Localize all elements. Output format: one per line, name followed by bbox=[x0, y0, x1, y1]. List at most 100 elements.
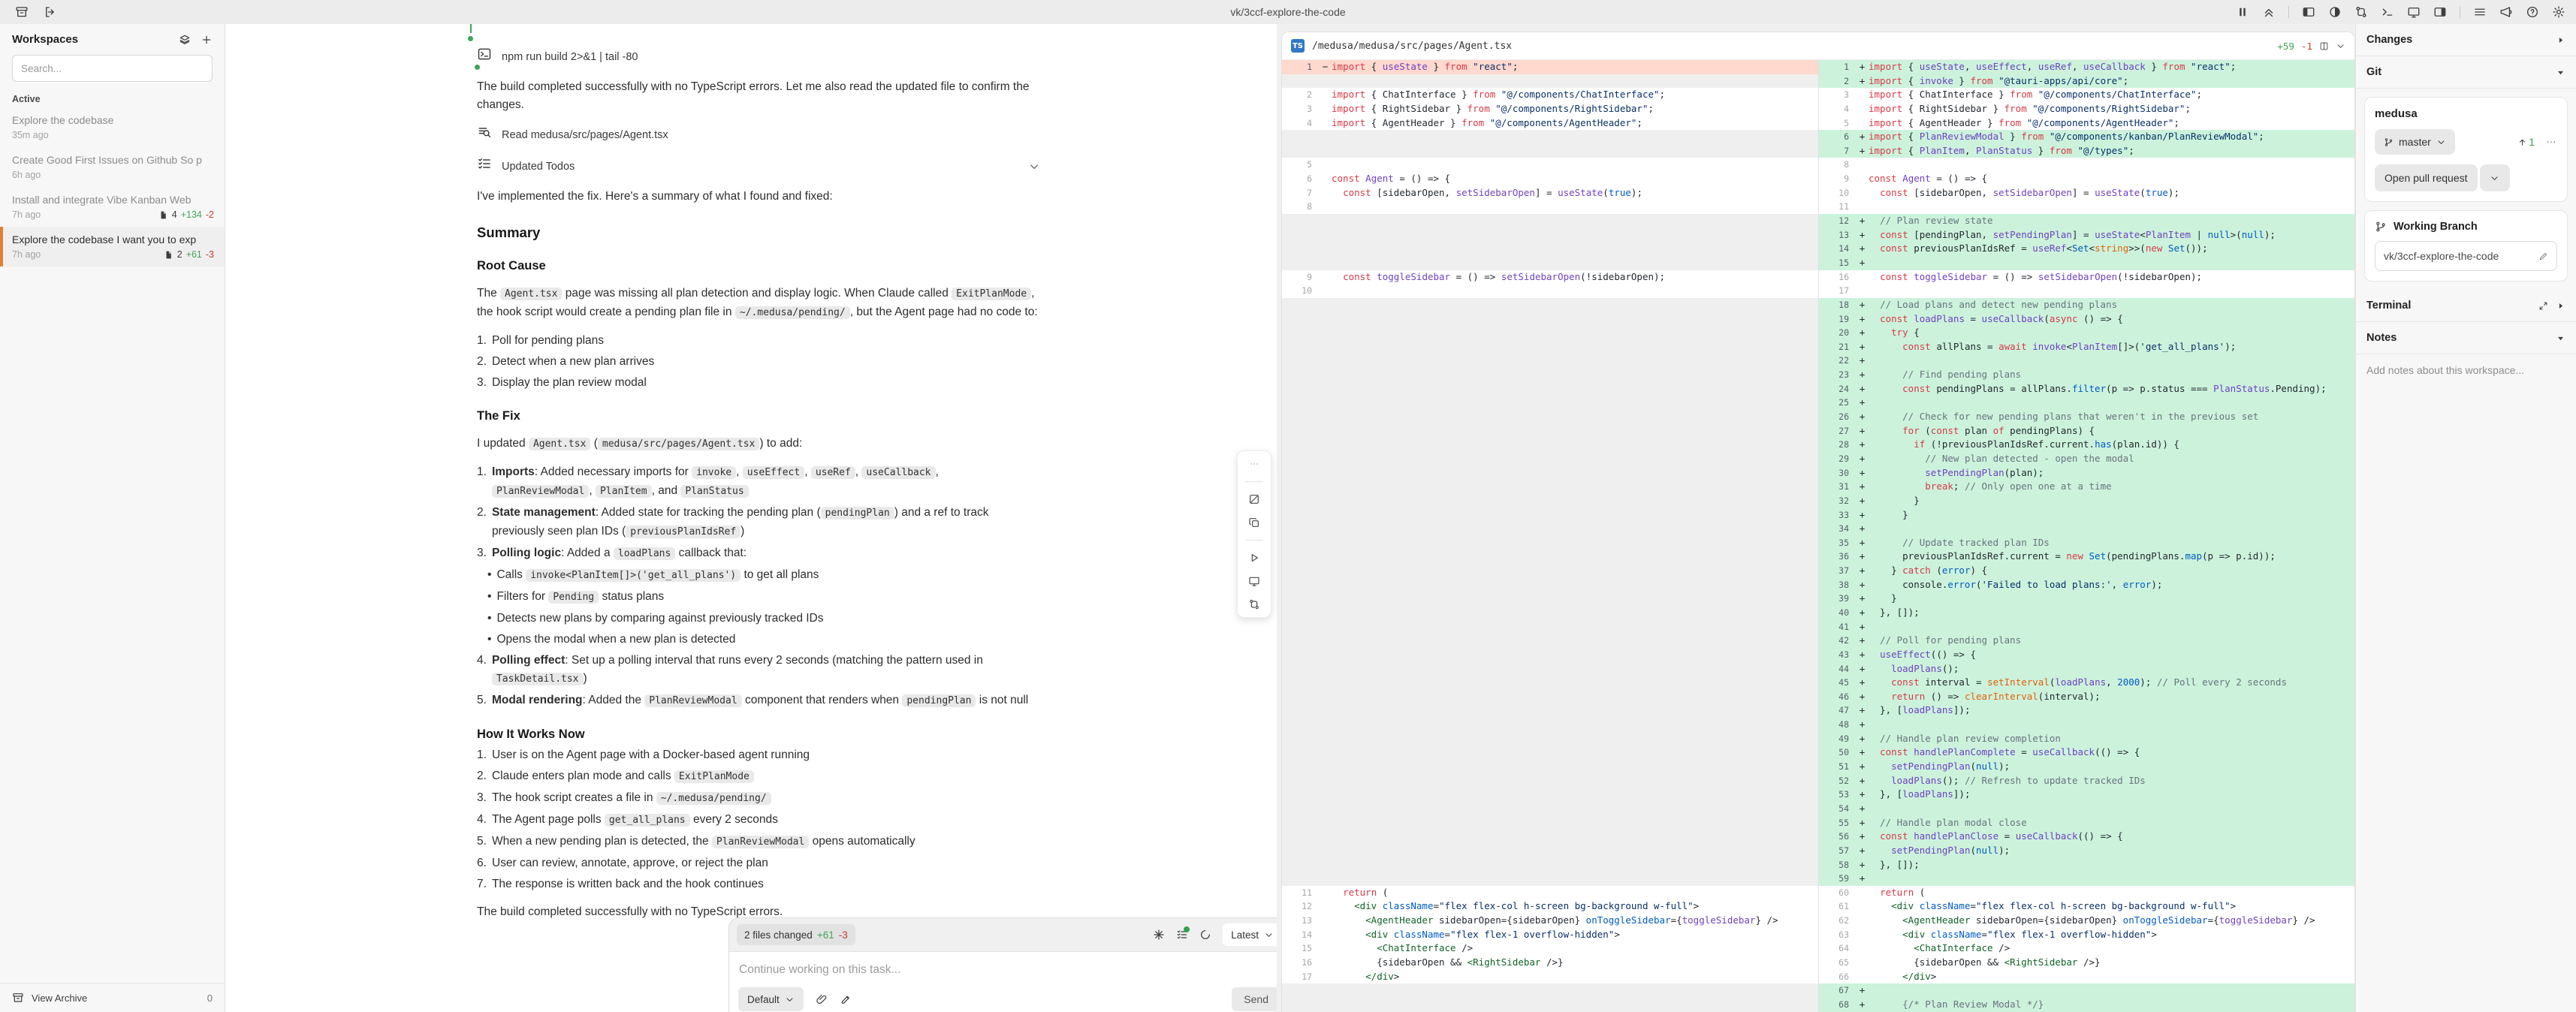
menu-icon[interactable] bbox=[2473, 5, 2487, 19]
expand-icon[interactable] bbox=[2538, 301, 2548, 311]
open-pull-request-button[interactable]: Open pull request bbox=[2375, 164, 2478, 191]
diff-pane-modified[interactable]: 1+import { useState, useEffect, useRef, … bbox=[1818, 60, 2354, 1012]
line-number: 37 bbox=[1819, 564, 1856, 578]
play-icon[interactable] bbox=[1248, 552, 1260, 564]
diff-row: 40+ }, []); bbox=[1819, 606, 2354, 620]
text: opens automatically bbox=[809, 835, 915, 848]
send-button[interactable]: Send bbox=[1232, 987, 1280, 1011]
monitor-icon[interactable] bbox=[2407, 5, 2421, 19]
diff-off-icon[interactable] bbox=[1248, 493, 1260, 505]
pause-icon[interactable] bbox=[2236, 5, 2249, 19]
chevrons-up-icon[interactable] bbox=[2262, 5, 2276, 19]
text: : Added necessary imports for bbox=[535, 465, 692, 478]
add-workspace-icon[interactable] bbox=[201, 34, 213, 46]
line-number: 65 bbox=[1819, 956, 1856, 970]
code-line: <AgentHeader sidebarOpen={sidebarOpen} o… bbox=[1332, 914, 1818, 928]
inline-code: pendingPlan bbox=[821, 507, 894, 520]
diff-row bbox=[1282, 872, 1818, 886]
tool-call-row[interactable]: npm run build 2>&1 | tail -80 bbox=[477, 47, 1040, 68]
text: User can review, annotate, approve, or r… bbox=[492, 857, 768, 869]
inline-code: Pending bbox=[548, 591, 599, 604]
working-branch-input[interactable]: vk/3ccf-explore-the-code bbox=[2375, 241, 2557, 271]
diff-row: 53+ }, [loadPlans]); bbox=[1819, 788, 2354, 802]
gear-icon[interactable] bbox=[2552, 5, 2565, 19]
inline-code: PlanReviewModal bbox=[644, 694, 741, 707]
latest-dropdown[interactable]: Latest bbox=[1223, 923, 1282, 946]
line-number: 63 bbox=[1819, 928, 1856, 942]
line-number: 26 bbox=[1819, 410, 1856, 424]
repo-menu-icon[interactable] bbox=[2545, 136, 2557, 148]
code-line: const handlePlanClose = useCallback(() =… bbox=[1869, 830, 2354, 844]
git-compare-icon[interactable] bbox=[1248, 598, 1260, 610]
help-icon[interactable] bbox=[2526, 5, 2539, 19]
inline-code: medusa/src/pages/Agent.tsx bbox=[598, 438, 760, 450]
panel-right-icon[interactable] bbox=[2433, 5, 2447, 19]
files-changed-chip[interactable]: 2 files changed +61 -3 bbox=[737, 924, 855, 945]
diff-row bbox=[1282, 732, 1818, 746]
diff-row bbox=[1282, 592, 1818, 606]
view-archive-button[interactable]: View Archive 0 bbox=[0, 983, 225, 1012]
message-input[interactable]: Continue working on this task... bbox=[729, 952, 1290, 983]
workspace-item[interactable]: Install and integrate Vibe Kanban Web7h … bbox=[0, 187, 225, 227]
tool-call-row[interactable]: Read medusa/src/pages/Agent.tsx bbox=[477, 125, 1040, 146]
workspace-timestamp: 7h ago bbox=[12, 249, 41, 260]
line-number: 68 bbox=[1819, 998, 1856, 1012]
change-marker bbox=[1856, 914, 1869, 928]
diff-row bbox=[1282, 494, 1818, 508]
pull-request-dropdown[interactable] bbox=[2480, 164, 2510, 191]
change-marker: + bbox=[1856, 872, 1869, 886]
copy-icon[interactable] bbox=[1248, 517, 1260, 529]
diff-row bbox=[1282, 480, 1818, 494]
workspaces-sidebar: Workspaces Search... Active Explore the … bbox=[0, 24, 225, 1012]
toolbar-divider bbox=[1245, 481, 1263, 482]
git-compare-icon[interactable] bbox=[2354, 5, 2368, 19]
titlebar-left-icons bbox=[0, 5, 57, 19]
workspace-item[interactable]: Create Good First Issues on Github So p6… bbox=[0, 147, 225, 187]
section-heading: Summary bbox=[477, 224, 1040, 242]
spark-icon[interactable] bbox=[1153, 929, 1165, 941]
diff-row: 65 {sidebarOpen && <RightSidebar />} bbox=[1819, 956, 2354, 970]
diff-pane-original[interactable]: 1−import { useState } from "react";2impo… bbox=[1282, 60, 1818, 1012]
terminal-icon[interactable] bbox=[2381, 5, 2394, 19]
workspace-item[interactable]: Explore the codebase I want you to exp7h… bbox=[0, 227, 225, 267]
annotate-icon[interactable] bbox=[840, 993, 852, 1005]
previous-message-remnant bbox=[470, 24, 472, 33]
contrast-icon[interactable] bbox=[2328, 5, 2342, 19]
change-marker: + bbox=[1856, 354, 1869, 368]
diff-row: 51+ setPendingPlan(null); bbox=[1819, 760, 2354, 774]
code-line: // Plan review state bbox=[1869, 214, 2354, 228]
workspace-item[interactable]: Explore the codebase35m ago bbox=[0, 107, 225, 147]
notes-placeholder[interactable]: Add notes about this workspace... bbox=[2356, 354, 2576, 386]
terminal-section-header[interactable]: Terminal bbox=[2356, 290, 2576, 322]
list-item: 2.Detect when a new plan arrives bbox=[477, 353, 1040, 371]
megaphone-icon[interactable] bbox=[2499, 5, 2513, 19]
diff-file-header[interactable]: TS /medusa/medusa/src/pages/Agent.tsx +5… bbox=[1282, 32, 2354, 60]
code-line: const interval = setInterval(loadPlans, … bbox=[1869, 676, 2354, 690]
diff-row bbox=[1282, 74, 1818, 89]
attach-icon[interactable] bbox=[816, 993, 828, 1005]
change-marker bbox=[1319, 899, 1332, 914]
edit-branch-icon[interactable] bbox=[2538, 251, 2548, 261]
chevron-down-icon[interactable] bbox=[1028, 161, 1040, 173]
text: page was missing all plan detection and … bbox=[562, 287, 952, 300]
tool-call-row[interactable]: Updated Todos bbox=[477, 156, 1040, 177]
sign-out-icon[interactable] bbox=[44, 5, 57, 19]
collapse-file-icon[interactable] bbox=[2336, 41, 2345, 51]
monitor-icon[interactable] bbox=[1248, 575, 1260, 587]
diff-row: 59+ bbox=[1819, 872, 2354, 886]
todos-status-icon[interactable] bbox=[1176, 929, 1188, 941]
git-section-header[interactable]: Git bbox=[2356, 56, 2576, 89]
diff-row: 37+ } catch (error) { bbox=[1819, 564, 2354, 578]
changes-section-header[interactable]: Changes bbox=[2356, 24, 2576, 56]
change-marker: + bbox=[1856, 410, 1869, 424]
layers-icon[interactable] bbox=[179, 34, 191, 46]
change-marker: + bbox=[1856, 983, 1869, 998]
split-view-icon[interactable] bbox=[2319, 41, 2329, 51]
dots-icon[interactable] bbox=[1248, 458, 1260, 470]
panel-left-icon[interactable] bbox=[2302, 5, 2315, 19]
search-input[interactable]: Search... bbox=[12, 55, 213, 82]
notes-section-header[interactable]: Notes bbox=[2356, 322, 2576, 354]
model-selector-button[interactable]: Default bbox=[738, 987, 804, 1011]
branch-selector[interactable]: master bbox=[2375, 129, 2455, 155]
archive-icon[interactable] bbox=[15, 5, 29, 19]
